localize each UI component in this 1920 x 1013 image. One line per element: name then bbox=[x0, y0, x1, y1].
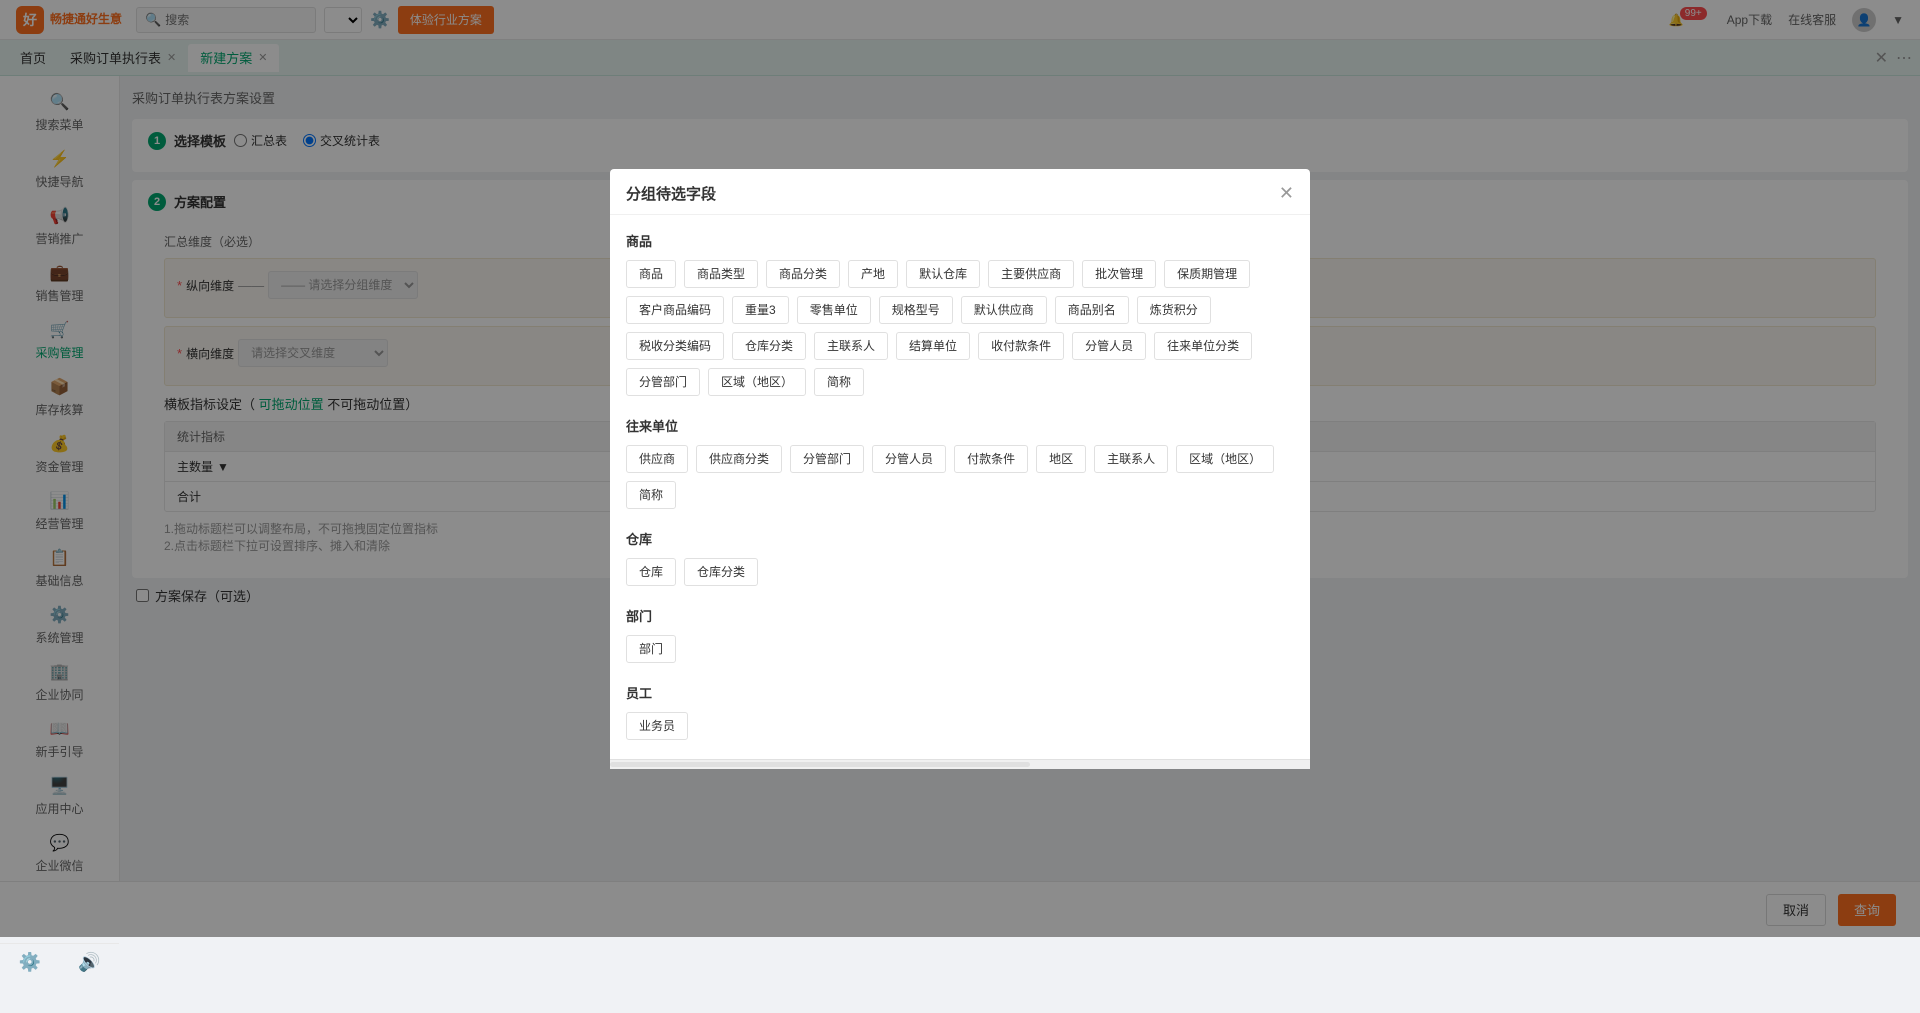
tag-product-16[interactable]: 仓库分类 bbox=[732, 332, 806, 360]
tag-product-9[interactable]: 重量3 bbox=[732, 296, 789, 324]
tag-warehouse-0[interactable]: 仓库 bbox=[626, 558, 676, 586]
tag-partner-3[interactable]: 分管人员 bbox=[872, 445, 946, 473]
tag-warehouse-1[interactable]: 仓库分类 bbox=[684, 558, 758, 586]
tag-product-23[interactable]: 区域（地区） bbox=[708, 368, 806, 396]
sidebar-bottom-settings-icon[interactable]: ⚙️ bbox=[19, 952, 41, 973]
warehouse-tags: 仓库 仓库分类 bbox=[626, 558, 1294, 586]
dept-tags: 部门 bbox=[626, 635, 1294, 663]
tag-product-19[interactable]: 收付款条件 bbox=[978, 332, 1064, 360]
section-title-product: 商品 bbox=[626, 231, 1294, 250]
field-section-dept: 部门 部门 bbox=[626, 606, 1294, 663]
tag-product-15[interactable]: 税收分类编码 bbox=[626, 332, 724, 360]
tag-product-22[interactable]: 分管部门 bbox=[626, 368, 700, 396]
field-section-partner: 往来单位 供应商 供应商分类 分管部门 分管人员 付款条件 地区 主联系人 区域… bbox=[626, 416, 1294, 509]
tag-staff-0[interactable]: 业务员 bbox=[626, 712, 688, 740]
tag-product-20[interactable]: 分管人员 bbox=[1072, 332, 1146, 360]
tag-dept-0[interactable]: 部门 bbox=[626, 635, 676, 663]
tag-product-6[interactable]: 批次管理 bbox=[1082, 260, 1156, 288]
tag-product-13[interactable]: 商品别名 bbox=[1055, 296, 1129, 324]
field-section-staff: 员工 业务员 bbox=[626, 683, 1294, 740]
tag-partner-0[interactable]: 供应商 bbox=[626, 445, 688, 473]
tag-product-21[interactable]: 往来单位分类 bbox=[1154, 332, 1252, 360]
tag-product-3[interactable]: 产地 bbox=[848, 260, 898, 288]
tag-partner-4[interactable]: 付款条件 bbox=[954, 445, 1028, 473]
tag-product-8[interactable]: 客户商品编码 bbox=[626, 296, 724, 324]
section-title-staff: 员工 bbox=[626, 683, 1294, 702]
tag-product-4[interactable]: 默认仓库 bbox=[906, 260, 980, 288]
section-title-dept: 部门 bbox=[626, 606, 1294, 625]
modal-title: 分组待选字段 bbox=[626, 183, 716, 204]
tag-product-14[interactable]: 炼货积分 bbox=[1137, 296, 1211, 324]
tag-product-7[interactable]: 保质期管理 bbox=[1164, 260, 1250, 288]
tag-partner-7[interactable]: 区域（地区） bbox=[1176, 445, 1274, 473]
tag-product-0[interactable]: 商品 bbox=[626, 260, 676, 288]
modal-header: 分组待选字段 ✕ bbox=[610, 169, 1310, 215]
modal-scrollbar-x[interactable] bbox=[610, 759, 1310, 769]
tag-product-2[interactable]: 商品分类 bbox=[766, 260, 840, 288]
tag-product-24[interactable]: 简称 bbox=[814, 368, 864, 396]
tag-partner-8[interactable]: 简称 bbox=[626, 481, 676, 509]
modal-scrollbar-x-thumb[interactable] bbox=[610, 762, 1030, 767]
field-section-product: 商品 商品 商品类型 商品分类 产地 默认仓库 主要供应商 批次管理 保质期管理… bbox=[626, 231, 1294, 396]
section-title-warehouse: 仓库 bbox=[626, 529, 1294, 548]
partner-tags: 供应商 供应商分类 分管部门 分管人员 付款条件 地区 主联系人 区域（地区） … bbox=[626, 445, 1294, 509]
tag-product-11[interactable]: 规格型号 bbox=[879, 296, 953, 324]
tag-partner-2[interactable]: 分管部门 bbox=[790, 445, 864, 473]
field-select-modal: 分组待选字段 ✕ 商品 商品 商品类型 商品分类 产地 默认仓库 主要供应商 批… bbox=[610, 169, 1310, 769]
tag-product-5[interactable]: 主要供应商 bbox=[988, 260, 1074, 288]
tag-product-1[interactable]: 商品类型 bbox=[684, 260, 758, 288]
tag-partner-1[interactable]: 供应商分类 bbox=[696, 445, 782, 473]
field-section-warehouse: 仓库 仓库 仓库分类 bbox=[626, 529, 1294, 586]
section-title-partner: 往来单位 bbox=[626, 416, 1294, 435]
tag-partner-6[interactable]: 主联系人 bbox=[1094, 445, 1168, 473]
staff-tags: 业务员 bbox=[626, 712, 1294, 740]
product-tags: 商品 商品类型 商品分类 产地 默认仓库 主要供应商 批次管理 保质期管理 客户… bbox=[626, 260, 1294, 396]
modal-close-btn[interactable]: ✕ bbox=[1279, 184, 1294, 202]
tag-product-12[interactable]: 默认供应商 bbox=[961, 296, 1047, 324]
tag-product-18[interactable]: 结算单位 bbox=[896, 332, 970, 360]
modal-body[interactable]: 商品 商品 商品类型 商品分类 产地 默认仓库 主要供应商 批次管理 保质期管理… bbox=[610, 215, 1310, 759]
sidebar-bottom-audio-icon[interactable]: 🔊 bbox=[78, 952, 100, 973]
modal-overlay: 分组待选字段 ✕ 商品 商品 商品类型 商品分类 产地 默认仓库 主要供应商 批… bbox=[0, 0, 1920, 937]
tag-product-17[interactable]: 主联系人 bbox=[814, 332, 888, 360]
tag-partner-5[interactable]: 地区 bbox=[1036, 445, 1086, 473]
tag-product-10[interactable]: 零售单位 bbox=[797, 296, 871, 324]
